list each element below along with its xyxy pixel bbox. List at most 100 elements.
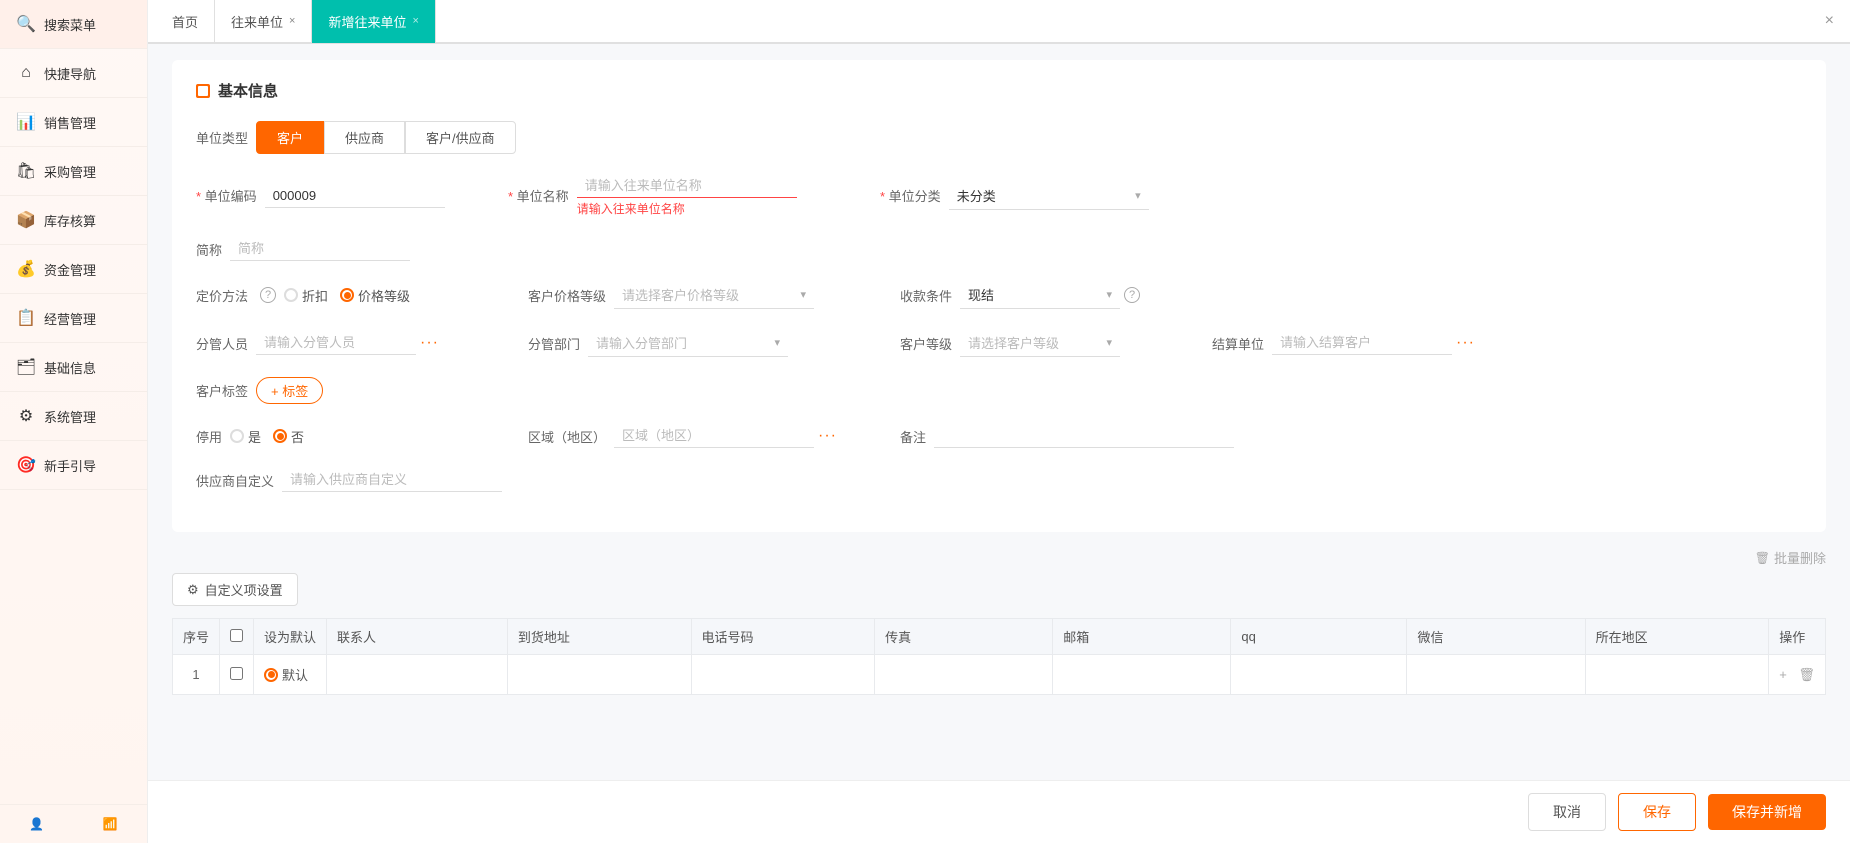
unit-category-label: 单位分类 — [880, 186, 941, 205]
sidebar-item-purchase[interactable]: 🛍 采购管理 — [0, 147, 147, 196]
customer-level-field: 客户等级 请选择客户等级 ▾ — [900, 329, 1180, 357]
default-radio[interactable]: 默认 — [264, 665, 316, 684]
region-table-input[interactable] — [1596, 663, 1759, 686]
note-input[interactable] — [934, 424, 1234, 448]
gear-small-icon: ⚙ — [187, 582, 199, 598]
add-row-btn[interactable]: + — [1779, 667, 1787, 682]
manager-more-btn[interactable]: ··· — [416, 334, 443, 352]
region-input[interactable] — [614, 424, 814, 448]
page-content: 基本信息 单位类型 客户 供应商 客户/供应商 单位编码 — [148, 44, 1850, 780]
sidebar-item-sales[interactable]: 📊 销售管理 — [0, 98, 147, 147]
region-label: 区域（地区） — [528, 427, 606, 446]
sidebar-bottom: 👤 📶 — [0, 804, 147, 843]
region-field: 区域（地区） ··· — [528, 424, 868, 448]
sidebar-item-quick-nav[interactable]: ⌂ 快捷导航 — [0, 49, 147, 98]
tab-partner-list[interactable]: 往来单位 × — [215, 0, 312, 43]
sidebar-item-label: 系统管理 — [44, 407, 96, 426]
unit-category-select[interactable]: 未分类 ▾ — [949, 182, 1149, 210]
tab-new-partner-close[interactable]: × — [412, 15, 418, 27]
tab-partner-list-label: 往来单位 — [231, 12, 283, 31]
sidebar-item-finance[interactable]: 💰 资金管理 — [0, 245, 147, 294]
col-action: 操作 — [1769, 619, 1826, 655]
disabled-yes-radio[interactable]: 是 — [230, 427, 261, 446]
supplier-custom-row: 供应商自定义 — [196, 468, 1802, 492]
disabled-no-radio[interactable]: 否 — [273, 427, 304, 446]
department-placeholder: 请输入分管部门 — [596, 333, 687, 352]
manager-label: 分管人员 — [196, 334, 248, 353]
sidebar-item-search[interactable]: 🔍 搜索菜单 — [0, 0, 147, 49]
unit-code-input[interactable] — [265, 184, 445, 208]
address-input[interactable] — [518, 663, 681, 686]
tab-home-label: 首页 — [172, 12, 198, 31]
settlement-more-btn[interactable]: ··· — [1452, 334, 1479, 352]
unit-btn-both[interactable]: 客户/供应商 — [405, 121, 516, 154]
sidebar-item-guide[interactable]: 🎯 新手引导 — [0, 441, 147, 490]
search-icon: 🔍 — [16, 14, 36, 34]
sidebar-signal-btn[interactable]: 📶 — [74, 805, 148, 843]
payment-help-icon[interactable]: ? — [1124, 287, 1140, 303]
clipboard-icon: 📋 — [16, 308, 36, 328]
customer-price-level-select[interactable]: 请选择客户价格等级 ▾ — [614, 281, 814, 309]
tab-home[interactable]: 首页 — [156, 0, 215, 43]
cell-phone — [691, 655, 875, 695]
phone-input[interactable] — [702, 663, 865, 686]
table-section: 🗑 批量删除 ⚙ 自定义项设置 序号 设为默认 联系人 到货地址 电话号码 传真 — [172, 548, 1826, 695]
add-tag-button[interactable]: + 标签 — [256, 377, 323, 404]
settlement-unit-input[interactable] — [1272, 331, 1452, 355]
tab-partner-list-close[interactable]: × — [289, 15, 295, 27]
fax-input[interactable] — [885, 663, 1042, 686]
unit-name-input[interactable] — [577, 174, 797, 198]
disabled-radio-group: 是 否 — [230, 427, 304, 446]
window-close-button[interactable]: × — [1825, 12, 1834, 30]
pricing-help-icon[interactable]: ? — [260, 287, 276, 303]
payment-terms-value: 现结 — [968, 285, 994, 304]
delete-row-btn[interactable]: 🗑 — [1798, 667, 1815, 682]
sidebar-item-basic-info[interactable]: 🗂 基础信息 — [0, 343, 147, 392]
payment-terms-label: 收款条件 — [900, 286, 952, 305]
table-header: 序号 设为默认 联系人 到货地址 电话号码 传真 邮箱 qq 微信 所在地区 操… — [173, 619, 1826, 655]
cell-checkbox[interactable] — [220, 655, 254, 695]
batch-delete-label[interactable]: 批量删除 — [1774, 548, 1826, 567]
cell-region — [1585, 655, 1769, 695]
cell-fax — [875, 655, 1053, 695]
pricing-grade-radio[interactable]: 价格等级 — [340, 286, 410, 305]
cancel-button[interactable]: 取消 — [1528, 793, 1606, 831]
no-radio-circle — [273, 429, 287, 443]
email-input[interactable] — [1063, 663, 1220, 686]
save-button[interactable]: 保存 — [1618, 793, 1696, 831]
sidebar-user-btn[interactable]: 👤 — [0, 805, 74, 843]
customer-tag-label: 客户标签 — [196, 381, 248, 400]
unit-type-group: 客户 供应商 客户/供应商 — [256, 121, 516, 154]
table-body: 1 默认 — [173, 655, 1826, 695]
payment-terms-select[interactable]: 现结 ▾ — [960, 281, 1120, 309]
qq-input[interactable] — [1241, 663, 1396, 686]
row-checkbox[interactable] — [230, 667, 243, 680]
bottom-bar: 取消 保存 保存并新增 — [148, 780, 1850, 843]
sidebar-item-operations[interactable]: 📋 经营管理 — [0, 294, 147, 343]
sidebar-item-system[interactable]: ⚙ 系统管理 — [0, 392, 147, 441]
save-new-button[interactable]: 保存并新增 — [1708, 794, 1826, 830]
box-icon: 📦 — [16, 210, 36, 230]
sidebar-item-inventory[interactable]: 📦 库存核算 — [0, 196, 147, 245]
contact-input[interactable] — [337, 663, 497, 686]
tab-new-partner[interactable]: 新增往来单位 × — [312, 0, 435, 43]
short-name-input[interactable] — [230, 237, 410, 261]
unit-btn-supplier[interactable]: 供应商 — [324, 121, 405, 154]
select-all-checkbox[interactable] — [230, 629, 243, 642]
customer-level-select[interactable]: 请选择客户等级 ▾ — [960, 329, 1120, 357]
unit-name-label: 单位名称 — [508, 186, 569, 205]
default-radio-circle — [264, 668, 278, 682]
short-name-field: 简称 — [196, 237, 476, 261]
manager-input[interactable] — [256, 331, 416, 355]
pricing-method-field: 定价方法 ? 折扣 价格等级 — [196, 286, 496, 305]
supplier-custom-input[interactable] — [282, 468, 502, 492]
department-select[interactable]: 请输入分管部门 ▾ — [588, 329, 788, 357]
wechat-input[interactable] — [1417, 663, 1574, 686]
pricing-discount-radio[interactable]: 折扣 — [284, 286, 328, 305]
region-more-btn[interactable]: ··· — [814, 427, 841, 445]
folder-icon: 🗂 — [16, 357, 36, 377]
custom-settings-button[interactable]: ⚙ 自定义项设置 — [172, 573, 298, 606]
disabled-row: 停用 是 否 区域（地区） — [196, 424, 1802, 448]
unit-btn-customer[interactable]: 客户 — [256, 121, 324, 154]
sidebar-item-label: 资金管理 — [44, 260, 96, 279]
